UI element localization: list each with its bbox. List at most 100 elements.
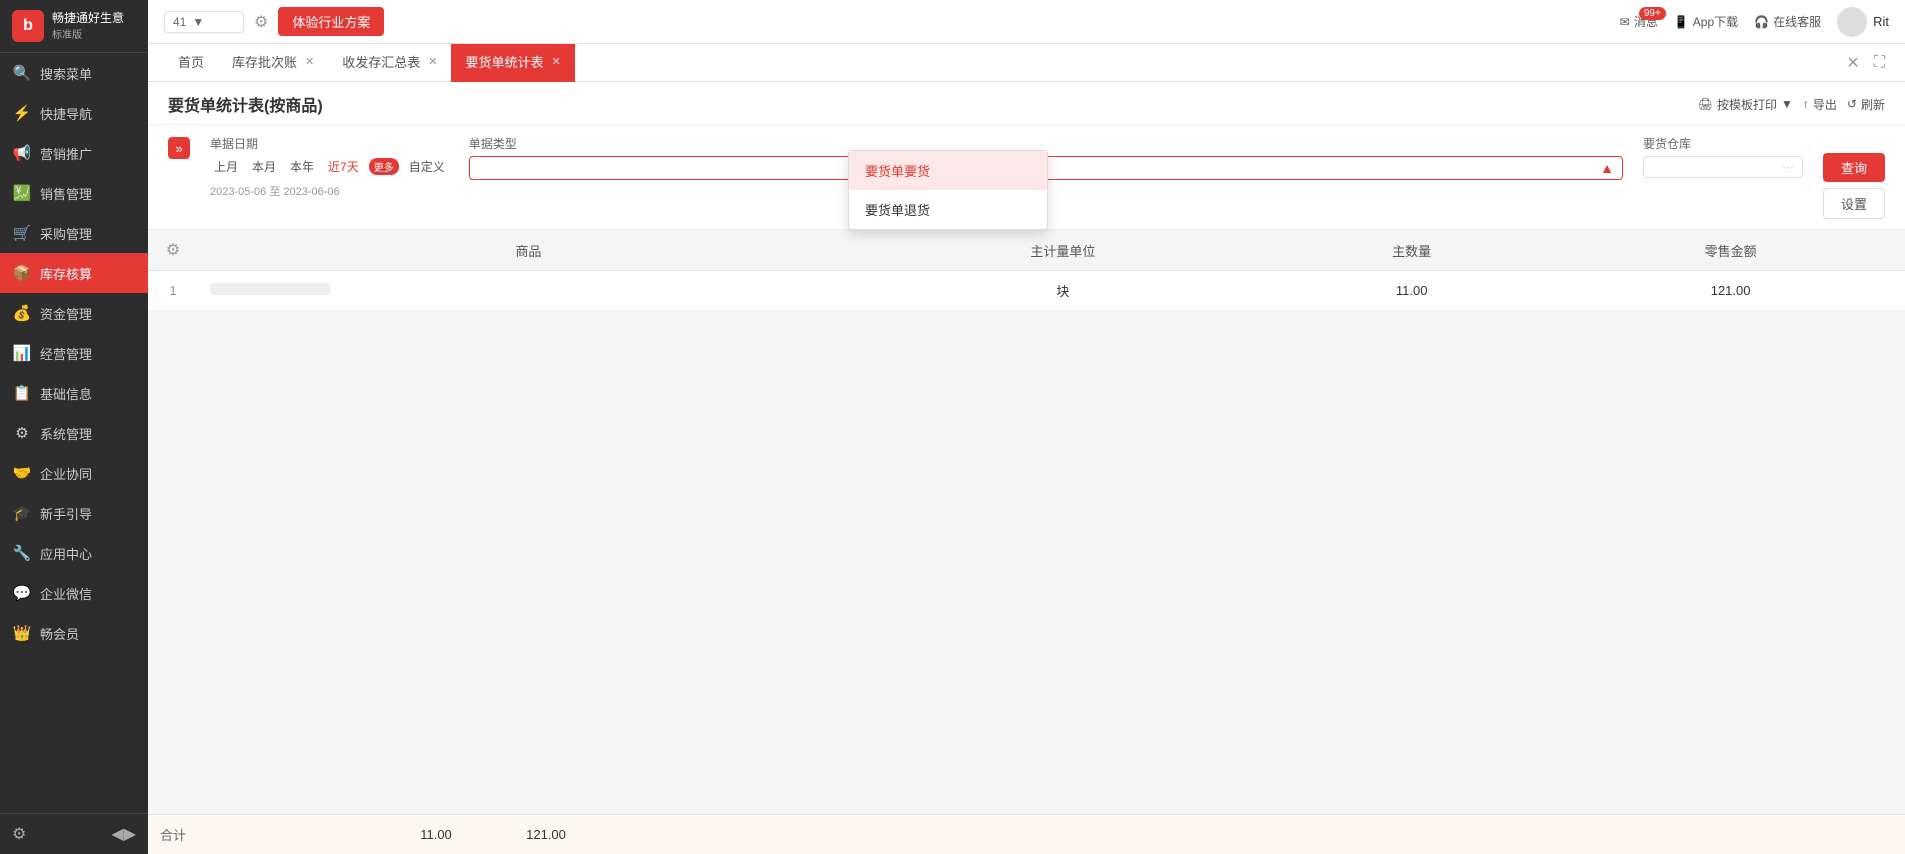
service-btn[interactable]: 🎧 在线客服 bbox=[1754, 13, 1821, 30]
col-amount: 零售金额 bbox=[1556, 230, 1905, 271]
sidebar-item-quick-nav[interactable]: ⚡ 快捷导航 bbox=[0, 93, 148, 133]
quick-nav-icon: ⚡ bbox=[12, 103, 32, 123]
user-area[interactable]: Rit bbox=[1837, 7, 1889, 37]
service-label: 在线客服 bbox=[1773, 13, 1821, 30]
sidebar-item-sales[interactable]: 💹 销售管理 bbox=[0, 173, 148, 213]
service-icon: 🎧 bbox=[1754, 15, 1769, 29]
page-content: 要货单统计表(按商品) 🖨 按模板打印 ▼ ↑ 导出 ↺ 刷新 bbox=[148, 82, 1905, 854]
sidebar-item-app-center-label: 应用中心 bbox=[40, 544, 92, 563]
sidebar-footer: ⚙ ◀▶ bbox=[0, 813, 148, 854]
table: ⚙ 商品 主计量单位 主数量 零售金额 1 块 11.00 bbox=[148, 230, 1905, 311]
sidebar-item-guide[interactable]: 🎓 新手引导 bbox=[0, 493, 148, 533]
sidebar-item-member[interactable]: 👑 畅会员 bbox=[0, 613, 148, 653]
filter-more-btn[interactable]: ··· bbox=[1782, 160, 1794, 174]
filter-expand-btn[interactable]: » bbox=[168, 137, 190, 159]
app-download-label: App下载 bbox=[1693, 13, 1738, 30]
sidebar-item-purchase-label: 采购管理 bbox=[40, 224, 92, 243]
tab-batch[interactable]: 库存批次账 ✕ bbox=[218, 44, 328, 82]
wechat-icon: 💬 bbox=[12, 583, 32, 603]
sidebar-item-wechat[interactable]: 💬 企业微信 bbox=[0, 573, 148, 613]
collapse-icon[interactable]: ◀▶ bbox=[111, 824, 136, 844]
tab-home[interactable]: 首页 bbox=[164, 44, 218, 82]
export-icon: ↑ bbox=[1803, 97, 1809, 111]
member-icon: 👑 bbox=[12, 623, 32, 643]
tab-batch-label: 库存批次账 bbox=[232, 52, 297, 71]
sidebar-item-enterprise[interactable]: 🤝 企业协同 bbox=[0, 453, 148, 493]
sidebar-item-purchase[interactable]: 🛒 采购管理 bbox=[0, 213, 148, 253]
sidebar-item-search[interactable]: 🔍 搜索菜单 bbox=[0, 53, 148, 93]
refresh-btn[interactable]: ↺ 刷新 bbox=[1847, 96, 1885, 113]
tabbar-actions: ✕ ⛶ bbox=[1842, 49, 1889, 77]
sidebar-item-basic[interactable]: 📋 基础信息 bbox=[0, 373, 148, 413]
filter-date-this-month[interactable]: 本月 bbox=[248, 156, 280, 177]
dropdown-item-yaohuo-label: 要货单要货 bbox=[865, 164, 930, 179]
sidebar-item-marketing[interactable]: 📢 营销推广 bbox=[0, 133, 148, 173]
setting-btn[interactable]: 设置 bbox=[1823, 188, 1885, 219]
filter-type-label: 单据类型 bbox=[469, 135, 1623, 152]
print-btn[interactable]: 🖨 按模板打印 ▼ bbox=[1698, 96, 1793, 113]
tab-fullscreen-icon[interactable]: ⛶ bbox=[1870, 50, 1889, 76]
sidebar-item-search-label: 搜索菜单 bbox=[40, 64, 92, 83]
sidebar-item-operations[interactable]: 📊 经营管理 bbox=[0, 333, 148, 373]
sidebar-item-member-label: 畅会员 bbox=[40, 624, 79, 643]
tab-requisition[interactable]: 要货单统计表 ✕ bbox=[451, 44, 574, 82]
dropdown-item-tui-label: 要货单退货 bbox=[865, 203, 930, 218]
dropdown-item-yaohuo[interactable]: 要货单要货 bbox=[849, 151, 1047, 190]
app-center-icon: 🔧 bbox=[12, 543, 32, 563]
tabbar: 首页 库存批次账 ✕ 收发存汇总表 ✕ 要货单统计表 ✕ ✕ ⛶ bbox=[148, 44, 1905, 82]
main-content: 41 ▼ ⚙ 体验行业方案 ✉ 消息 99+ 📱 App下载 🎧 在线客服 R bbox=[148, 0, 1905, 854]
col-gear: ⚙ bbox=[148, 230, 198, 271]
app-download-btn[interactable]: 📱 App下载 bbox=[1674, 13, 1738, 30]
sidebar-item-marketing-label: 营销推广 bbox=[40, 144, 92, 163]
message-icon: ✉ bbox=[1620, 15, 1630, 29]
table-footer-wrapper: 合计 11.00 121.00 bbox=[148, 814, 1905, 854]
footer-total-qty: 11.00 bbox=[386, 827, 486, 842]
sidebar-item-system[interactable]: ⚙ 系统管理 bbox=[0, 413, 148, 453]
sidebar-item-sales-label: 销售管理 bbox=[40, 184, 92, 203]
row-product bbox=[198, 271, 859, 311]
tab-requisition-label: 要货单统计表 bbox=[465, 52, 543, 71]
system-icon: ⚙ bbox=[12, 423, 32, 443]
sidebar-item-finance[interactable]: 💰 资金管理 bbox=[0, 293, 148, 333]
tab-batch-close[interactable]: ✕ bbox=[305, 55, 314, 68]
col-unit: 主计量单位 bbox=[859, 230, 1267, 271]
filter-date-7days[interactable]: 近7天 bbox=[324, 156, 363, 177]
enterprise-icon: 🤝 bbox=[12, 463, 32, 483]
col-qty: 主数量 bbox=[1267, 230, 1556, 271]
finance-icon: 💰 bbox=[12, 303, 32, 323]
tab-collection-label: 收发存汇总表 bbox=[342, 52, 420, 71]
tab-collection[interactable]: 收发存汇总表 ✕ bbox=[328, 44, 451, 82]
tab-requisition-close[interactable]: ✕ bbox=[552, 55, 561, 68]
settings-icon[interactable]: ⚙ bbox=[12, 824, 26, 844]
filter-date-more-badge[interactable]: 更多 bbox=[369, 158, 399, 175]
sidebar-header: b 畅捷通好生意 标准版 bbox=[0, 0, 148, 53]
company-value: 41 bbox=[173, 15, 186, 29]
sidebar-item-quick-nav-label: 快捷导航 bbox=[40, 104, 92, 123]
tab-collection-close[interactable]: ✕ bbox=[428, 55, 437, 68]
topbar-gear-icon[interactable]: ⚙ bbox=[254, 12, 268, 32]
refresh-icon: ↺ bbox=[1847, 97, 1857, 111]
sidebar-item-app-center[interactable]: 🔧 应用中心 bbox=[0, 533, 148, 573]
col-gear-icon[interactable]: ⚙ bbox=[166, 242, 180, 259]
table-row: 1 块 11.00 121.00 bbox=[148, 271, 1905, 311]
filter-date-this-year[interactable]: 本年 bbox=[286, 156, 318, 177]
filter-date-last-month[interactable]: 上月 bbox=[210, 156, 242, 177]
tab-close-all-icon[interactable]: ✕ bbox=[1842, 49, 1863, 77]
query-btn[interactable]: 查询 bbox=[1823, 153, 1885, 182]
filter-date-group: 单据日期 上月 本月 本年 近7天 更多 自定义 2023-05-06 至 20… bbox=[210, 135, 449, 199]
trial-btn[interactable]: 体验行业方案 bbox=[278, 7, 384, 36]
message-btn[interactable]: ✉ 消息 99+ bbox=[1620, 13, 1658, 30]
sidebar-item-enterprise-label: 企业协同 bbox=[40, 464, 92, 483]
print-icon: 🖨 bbox=[1698, 97, 1713, 111]
filter-date-custom[interactable]: 自定义 bbox=[405, 156, 449, 177]
export-btn[interactable]: ↑ 导出 bbox=[1803, 96, 1837, 113]
filter-warehouse-input[interactable]: ··· bbox=[1643, 156, 1803, 178]
sidebar-item-operations-label: 经营管理 bbox=[40, 344, 92, 363]
sidebar-item-basic-label: 基础信息 bbox=[40, 384, 92, 403]
company-selector[interactable]: 41 ▼ bbox=[164, 11, 244, 33]
page-header: 要货单统计表(按商品) 🖨 按模板打印 ▼ ↑ 导出 ↺ 刷新 bbox=[148, 82, 1905, 125]
dropdown-item-tui[interactable]: 要货单退货 bbox=[849, 190, 1047, 229]
sidebar-item-wechat-label: 企业微信 bbox=[40, 584, 92, 603]
sidebar-item-inventory[interactable]: 📦 库存核算 bbox=[0, 253, 148, 293]
table-header-row: ⚙ 商品 主计量单位 主数量 零售金额 bbox=[148, 230, 1905, 271]
